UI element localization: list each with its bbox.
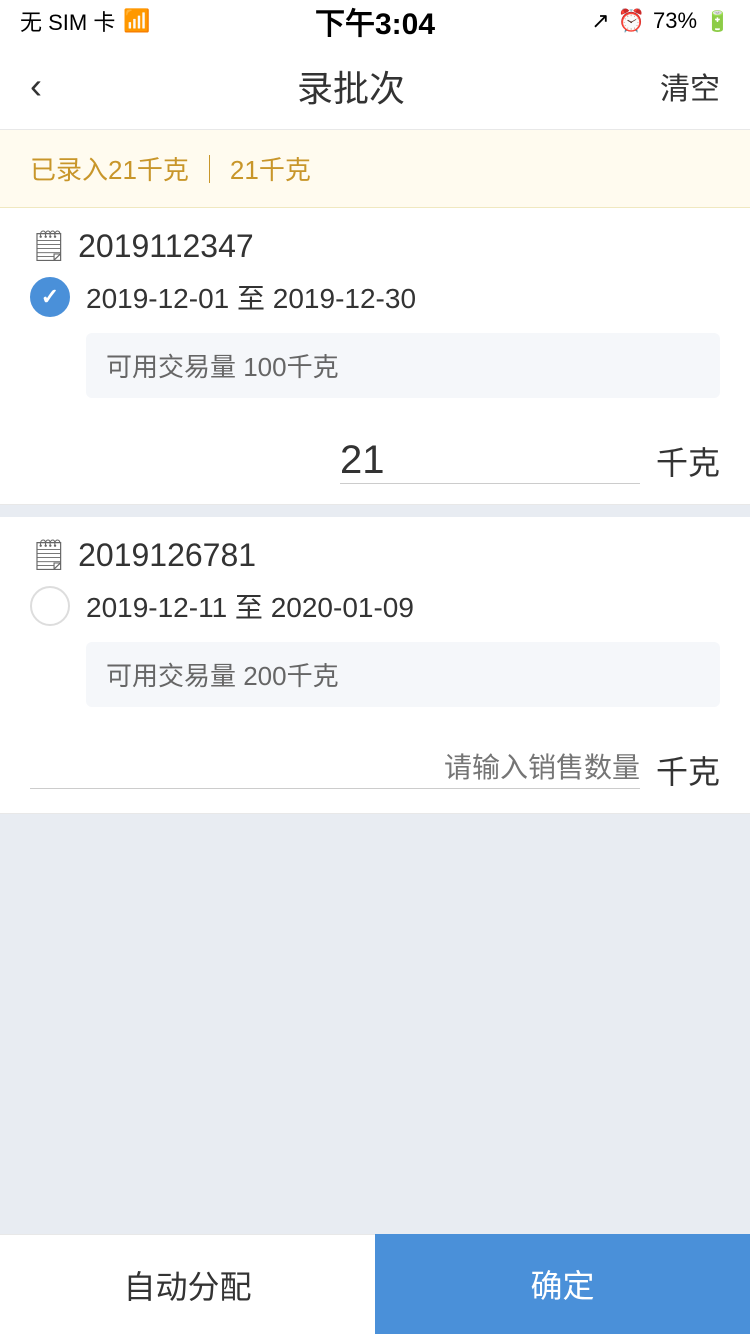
batch-1-date: 2019-12-01 至 2019-12-30 [86, 277, 416, 317]
nav-bar: ‹ 录批次 清空 [0, 42, 750, 130]
batch-item-2: 🗒 2019126781 2019-12-11 至 2020-01-09 可用交… [0, 517, 750, 737]
battery-icon: 🔋 [705, 9, 730, 34]
confirm-button[interactable]: 确定 [375, 1234, 750, 1334]
page-title: 录批次 [297, 60, 405, 112]
doc-icon-2: 🗒 [30, 538, 68, 573]
batch-2-header: 🗒 2019126781 [30, 537, 720, 574]
recorded-label: 已录入21千克 [30, 150, 189, 187]
total-label: 21千克 [230, 150, 311, 187]
status-time: 下午3:04 [315, 0, 435, 43]
batch-2-checkbox[interactable] [30, 586, 70, 626]
summary-banner: 已录入21千克 21千克 [0, 130, 750, 208]
batch-1-input-row: 21 千克 [0, 428, 750, 505]
batch-separator [0, 505, 750, 517]
clear-button[interactable]: 清空 [660, 64, 720, 108]
batch-2-unit: 千克 [656, 747, 720, 793]
batch-1-quantity: 可用交易量 100千克 [86, 333, 720, 398]
carrier-text: 无 SIM 卡 [20, 5, 115, 37]
back-button[interactable]: ‹ [30, 65, 42, 107]
batch-2-input-row: 千克 [0, 737, 750, 814]
batch-2-input-wrap[interactable] [30, 752, 640, 789]
batch-2-input[interactable] [30, 752, 640, 784]
alarm-icon: ⏰ [618, 8, 645, 34]
summary-divider [209, 155, 210, 183]
status-right: ↗ ⏰ 73% 🔋 [591, 8, 730, 34]
batch-1-input-value[interactable]: 21 [340, 438, 385, 482]
batch-2-quantity: 可用交易量 200千克 [86, 642, 720, 707]
auto-distribute-button[interactable]: 自动分配 [0, 1234, 375, 1334]
content-spacer [0, 814, 750, 1274]
batch-1-checkbox[interactable] [30, 277, 70, 317]
bottom-bar: 自动分配 确定 [0, 1234, 750, 1334]
batch-1-unit: 千克 [656, 438, 720, 484]
location-icon: ↗ [591, 8, 609, 34]
wifi-icon: 📶 [123, 8, 150, 34]
batch-2-date: 2019-12-11 至 2020-01-09 [86, 586, 414, 626]
status-bar: 无 SIM 卡 📶 下午3:04 ↗ ⏰ 73% 🔋 [0, 0, 750, 42]
batch-2-date-row: 2019-12-11 至 2020-01-09 [30, 586, 720, 626]
battery-text: 73% [653, 8, 697, 34]
batch-1-date-row: 2019-12-01 至 2019-12-30 [30, 277, 720, 317]
batch-1-input-underline: 21 [340, 438, 640, 484]
batch-item-1: 🗒 2019112347 2019-12-01 至 2019-12-30 可用交… [0, 208, 750, 428]
batch-1-header: 🗒 2019112347 [30, 228, 720, 265]
batch-list: 🗒 2019112347 2019-12-01 至 2019-12-30 可用交… [0, 208, 750, 814]
status-left: 无 SIM 卡 📶 [20, 5, 151, 37]
doc-icon-1: 🗒 [30, 229, 68, 264]
batch-2-number: 2019126781 [78, 537, 256, 574]
batch-1-number: 2019112347 [78, 228, 254, 265]
